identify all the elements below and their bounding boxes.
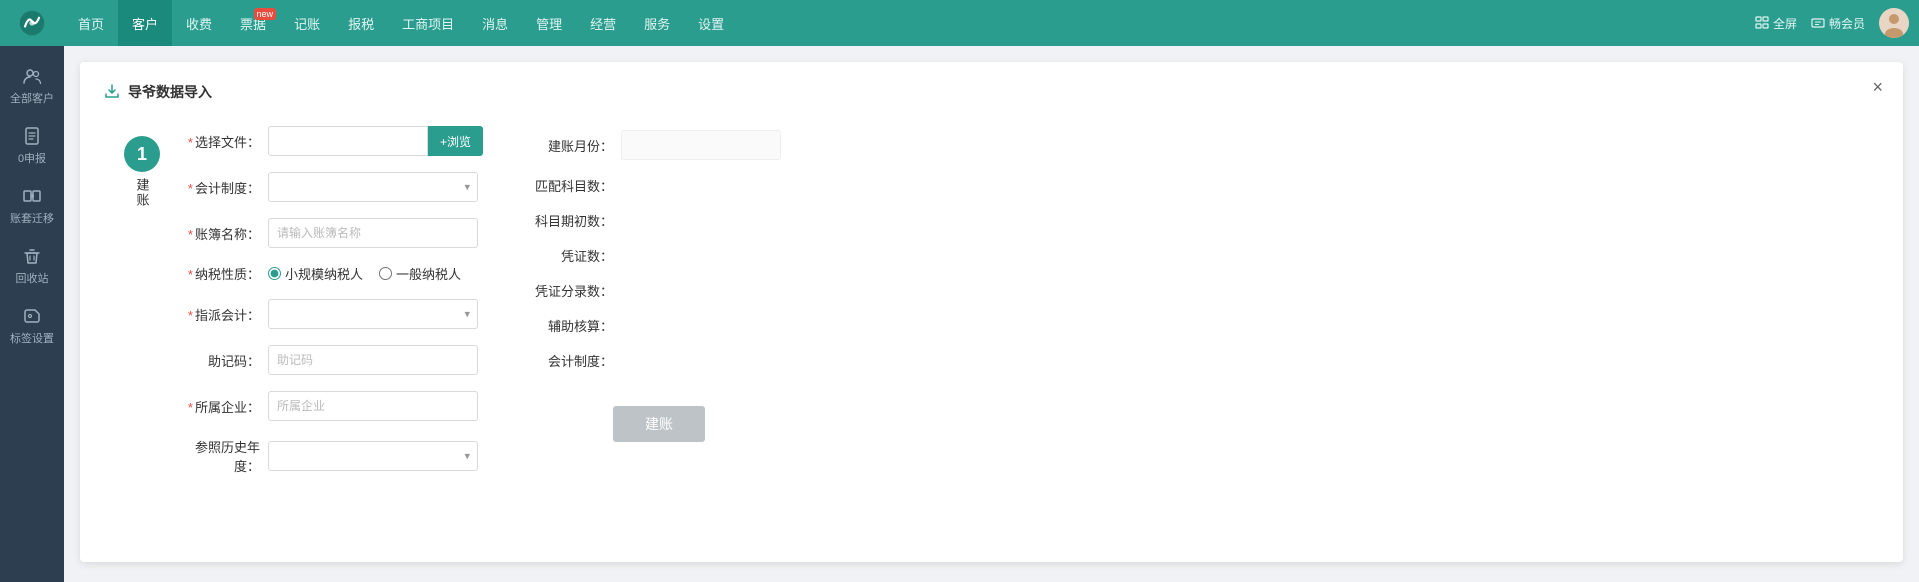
subject-init-row: 科目期初数： [523,211,783,230]
nav-bookkeeping[interactable]: 记账 [280,0,334,46]
form-fields: 选择文件： +浏览 会计制度： [180,126,483,491]
member-button[interactable]: 畅会员 [1811,15,1865,32]
top-navigation: 首页 客户 收费 票据 new 记账 报税 工商项目 消息 管理 经营 服务 设… [0,0,1919,46]
app-logo[interactable] [10,1,54,45]
ref-year-wrapper [268,441,478,471]
ref-year-label: 参照历史年度： [180,437,260,475]
voucher-count-label: 凭证数： [523,246,613,265]
assign-accountant-wrapper [268,299,478,329]
nav-items: 首页 客户 收费 票据 new 记账 报税 工商项目 消息 管理 经营 服务 设… [64,0,1755,46]
form-right-section: 建账月份： 匹配科目数： 科目期初数： 凭证数： 凭证分录数： [523,126,783,491]
sidebar: 全部客户 0申报 账套迁移 回收站 标签设置 [0,46,64,582]
sidebar-label-zero-declaration: 0申报 [18,150,46,166]
company-row: 所属企业： [180,391,483,421]
radio-general-taxpayer-input[interactable] [379,267,392,280]
match-subjects-label: 匹配科目数： [523,176,613,195]
sidebar-item-zero-declaration[interactable]: 0申报 [0,116,64,176]
file-select-row: 选择文件： +浏览 [180,126,483,156]
assign-accountant-row: 指派会计： [180,299,483,329]
nav-right-area: 全屏 畅会员 [1755,8,1909,38]
form-left-section: 1 建账 选择文件： +浏览 会计制度： [124,126,483,491]
form-layout: 1 建账 选择文件： +浏览 会计制度： [104,126,1879,491]
radio-small-taxpayer-input[interactable] [268,267,281,280]
ledger-name-row: 账簿名称： [180,218,483,248]
nav-services[interactable]: 服务 [630,0,684,46]
nav-billing[interactable]: 收费 [172,0,226,46]
memo-code-row: 助记码： [180,345,483,375]
aux-accounting-label: 辅助核算： [523,316,613,335]
aux-accounting-row: 辅助核算： [523,316,783,335]
nav-invoice[interactable]: 票据 new [226,0,280,46]
accounting-system-label: 会计制度： [180,178,260,197]
voucher-entries-label: 凭证分录数： [523,281,613,300]
nav-operations[interactable]: 经营 [576,0,630,46]
account-month-row: 建账月份： [523,130,783,160]
close-button[interactable]: × [1872,78,1883,96]
memo-code-label: 助记码： [180,351,260,370]
nav-tax[interactable]: 报税 [334,0,388,46]
sidebar-label-all-customers: 全部客户 [10,90,54,106]
tax-nature-row: 纳税性质： 小规模纳税人 一般纳税人 [180,264,483,283]
avatar[interactable] [1879,8,1909,38]
file-label: 选择文件： [180,132,260,151]
step-label: 建账 [133,178,152,208]
right-accounting-system-label: 会计制度： [523,351,613,370]
tax-nature-label: 纳税性质： [180,264,260,283]
ref-year-select[interactable] [268,441,478,471]
nav-messages[interactable]: 消息 [468,0,522,46]
voucher-count-row: 凭证数： [523,246,783,265]
account-month-label: 建账月份： [523,136,613,155]
tax-nature-radio-group: 小规模纳税人 一般纳税人 [268,264,461,283]
browse-button[interactable]: +浏览 [428,126,483,156]
dialog-card: 导爷数据导入 × 1 建账 选择文件： +浏览 [80,62,1903,562]
nav-business-projects[interactable]: 工商项目 [388,0,468,46]
right-accounting-system-row: 会计制度： [523,351,783,370]
new-badge: new [254,8,277,20]
file-input-group: +浏览 [268,126,483,156]
sidebar-label-recycle-bin: 回收站 [16,270,49,286]
sidebar-item-all-customers[interactable]: 全部客户 [0,56,64,116]
dialog-title-text: 导爷数据导入 [128,82,212,102]
nav-settings[interactable]: 设置 [684,0,738,46]
radio-small-taxpayer[interactable]: 小规模纳税人 [268,264,363,283]
accounting-system-wrapper [268,172,478,202]
company-input[interactable] [268,391,478,421]
assign-accountant-select[interactable] [268,299,478,329]
dialog-title: 导爷数据导入 [104,82,1879,102]
nav-management[interactable]: 管理 [522,0,576,46]
ledger-name-label: 账簿名称： [180,224,260,243]
match-subjects-row: 匹配科目数： [523,176,783,195]
nav-customer[interactable]: 客户 [118,0,172,46]
radio-general-taxpayer-label: 一般纳税人 [396,264,461,283]
nav-home[interactable]: 首页 [64,0,118,46]
sidebar-item-account-migration[interactable]: 账套迁移 [0,176,64,236]
company-label: 所属企业： [180,397,260,416]
radio-general-taxpayer[interactable]: 一般纳税人 [379,264,461,283]
member-label: 畅会员 [1829,15,1865,32]
accounting-system-select[interactable] [268,172,478,202]
voucher-entries-row: 凭证分录数： [523,281,783,300]
file-input[interactable] [268,126,428,156]
sidebar-label-label-settings: 标签设置 [10,330,54,346]
fullscreen-button[interactable]: 全屏 [1755,15,1797,32]
subject-init-label: 科目期初数： [523,211,613,230]
memo-code-input[interactable] [268,345,478,375]
step-badge: 1 [124,136,160,172]
assign-accountant-label: 指派会计： [180,305,260,324]
main-content: 导爷数据导入 × 1 建账 选择文件： +浏览 [64,46,1919,582]
accounting-system-row: 会计制度： [180,172,483,202]
ledger-name-input[interactable] [268,218,478,248]
sidebar-item-label-settings[interactable]: 标签设置 [0,296,64,356]
sidebar-item-recycle-bin[interactable]: 回收站 [0,236,64,296]
create-account-button[interactable]: 建账 [613,406,705,442]
import-icon [104,83,120,102]
fullscreen-label: 全屏 [1773,15,1797,32]
ref-year-row: 参照历史年度： [180,437,483,475]
sidebar-label-account-migration: 账套迁移 [10,210,54,226]
radio-small-taxpayer-label: 小规模纳税人 [285,264,363,283]
